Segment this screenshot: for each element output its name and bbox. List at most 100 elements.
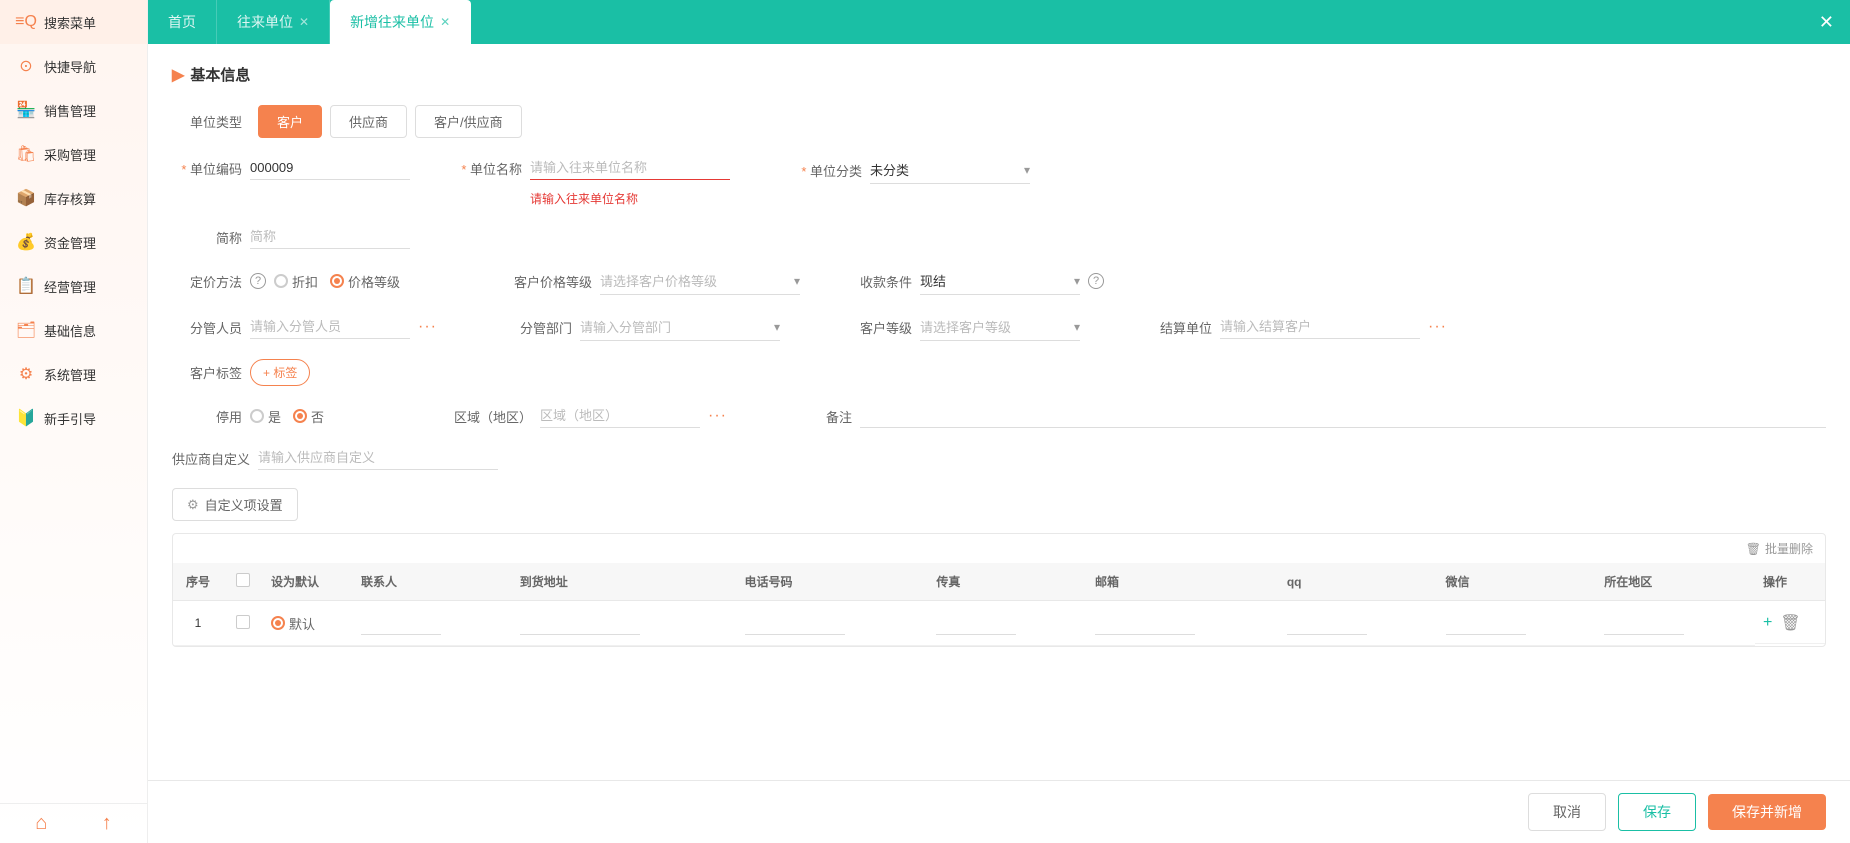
add-tag-button[interactable]: + 标签 xyxy=(250,359,310,386)
save-button[interactable]: 保存 xyxy=(1618,793,1696,831)
fax-input[interactable] xyxy=(936,611,1016,635)
row-location xyxy=(1596,601,1755,646)
sidebar-item-purchase[interactable]: 🛍 采购管理 xyxy=(0,132,147,176)
customer-price-select[interactable]: 请选择客户价格等级 ▾ xyxy=(600,267,800,295)
add-row-btn[interactable]: + xyxy=(1763,614,1772,632)
sales-icon: 🏪 xyxy=(16,100,36,120)
payment-condition-select[interactable]: 现结 ▾ xyxy=(920,267,1080,295)
purchase-icon: 🛍 xyxy=(16,144,36,164)
main-area: 首页 往来单位 ✕ 新增往来单位 ✕ ✕ ▶ 基本信息 单位类型 客户 供应商 … xyxy=(148,0,1850,843)
row-default-radio[interactable]: 默认 xyxy=(271,614,345,633)
type-btn-group: 客户 供应商 客户/供应商 xyxy=(258,105,522,138)
supplier-custom-field: 供应商自定义 xyxy=(172,446,498,470)
operations-icon: 📋 xyxy=(16,276,36,296)
sidebar-item-system[interactable]: ⚙ 系统管理 xyxy=(0,352,147,396)
th-default: 设为默认 xyxy=(263,563,353,601)
select-all-checkbox[interactable] xyxy=(236,573,250,587)
settlement-unit-input[interactable] xyxy=(1220,315,1420,339)
supervisor-row: 分管人员 ··· 分管部门 请输入分管部门 ▾ 客户等级 请选择客户等级 ▾ 结… xyxy=(172,313,1826,341)
row-checkbox[interactable] xyxy=(236,615,250,629)
tab-new-partner[interactable]: 新增往来单位 ✕ xyxy=(330,0,471,44)
disabled-yes-radio[interactable]: 是 xyxy=(250,407,281,426)
th-wechat: 微信 xyxy=(1438,563,1597,601)
th-address: 到货地址 xyxy=(512,563,737,601)
region-ellipsis[interactable]: ··· xyxy=(708,407,727,425)
type-btn-both[interactable]: 客户/供应商 xyxy=(415,105,522,138)
department-field: 分管部门 请输入分管部门 ▾ xyxy=(512,313,852,341)
tab-partners[interactable]: 往来单位 ✕ xyxy=(217,0,330,44)
settlement-ellipsis[interactable]: ··· xyxy=(1428,318,1447,336)
price-chevron: ▾ xyxy=(794,274,800,288)
th-email: 邮箱 xyxy=(1087,563,1279,601)
sidebar-item-guide[interactable]: 🔰 新手引导 xyxy=(0,396,147,440)
region-field: 区域（地区） ··· xyxy=(452,404,812,428)
basic-icon: 🗂 xyxy=(16,320,36,340)
sidebar-item-sales[interactable]: 🏪 销售管理 xyxy=(0,88,147,132)
tab-new-partner-close[interactable]: ✕ xyxy=(440,15,450,29)
cancel-button[interactable]: 取消 xyxy=(1528,793,1606,831)
unit-info-row: 单位编码 单位名称 请输入往来单位名称 单位分类 未分类 ▾ xyxy=(172,156,1826,207)
payment-help-icon[interactable]: ? xyxy=(1088,273,1104,289)
payment-chevron: ▾ xyxy=(1074,274,1080,288)
wechat-input[interactable] xyxy=(1446,611,1526,635)
sidebar-bottom: ⌂ ↑ xyxy=(0,803,147,843)
supervisor-ellipsis[interactable]: ··· xyxy=(418,318,437,336)
delete-row-btn[interactable]: 🗑 xyxy=(1780,613,1800,633)
disabled-row: 停用 是 否 区域（地区） ··· 备注 xyxy=(172,404,1826,428)
sidebar-item-basic[interactable]: 🗂 基础信息 xyxy=(0,308,147,352)
custom-settings-button[interactable]: ⚙ 自定义项设置 xyxy=(172,488,298,521)
address-input[interactable] xyxy=(520,611,640,635)
supplier-custom-input[interactable] xyxy=(258,446,498,470)
location-input[interactable] xyxy=(1604,611,1684,635)
sidebar-item-finance[interactable]: 💰 资金管理 xyxy=(0,220,147,264)
tab-bar: 首页 往来单位 ✕ 新增往来单位 ✕ ✕ xyxy=(148,0,1850,44)
row-index: 1 xyxy=(173,601,223,646)
sidebar-item-operations[interactable]: 📋 经营管理 xyxy=(0,264,147,308)
short-name-input[interactable] xyxy=(250,225,410,249)
type-btn-supplier[interactable]: 供应商 xyxy=(330,105,407,138)
section-icon: ▶ xyxy=(172,65,184,85)
system-icon: ⚙ xyxy=(16,364,36,384)
yes-radio xyxy=(250,409,264,423)
disabled-no-radio[interactable]: 否 xyxy=(293,407,324,426)
customer-level-select[interactable]: 请选择客户等级 ▾ xyxy=(920,313,1080,341)
supervisor-input[interactable] xyxy=(250,315,410,339)
region-input[interactable] xyxy=(540,404,700,428)
level-radio xyxy=(330,274,344,288)
dept-chevron: ▾ xyxy=(774,320,780,334)
contact-table-container: 🗑 批量删除 序号 设为默认 联系人 到货地址 电话号码 传真 邮箱 qq xyxy=(172,533,1826,647)
footer: 取消 保存 保存并新增 xyxy=(148,780,1850,843)
disabled-radio-group: 是 否 xyxy=(250,407,324,426)
unit-code-field: 单位编码 xyxy=(172,156,452,180)
phone-input[interactable] xyxy=(745,611,845,635)
sidebar-item-search[interactable]: ≡Q 搜索菜单 xyxy=(0,0,147,44)
save-add-button[interactable]: 保存并新增 xyxy=(1708,794,1826,830)
row-contact xyxy=(353,601,512,646)
type-btn-customer[interactable]: 客户 xyxy=(258,105,322,138)
remark-input[interactable] xyxy=(860,404,1826,428)
sidebar-item-inventory[interactable]: 📦 库存核算 xyxy=(0,176,147,220)
unit-name-input[interactable] xyxy=(530,156,730,180)
sidebar-bottom-btn-left[interactable]: ⌂ xyxy=(35,812,47,835)
th-checkbox xyxy=(223,563,263,601)
form-content: ▶ 基本信息 单位类型 客户 供应商 客户/供应商 单位编码 单位名称 xyxy=(148,44,1850,780)
pricing-radio-discount[interactable]: 折扣 xyxy=(274,272,318,291)
contact-input[interactable] xyxy=(361,611,441,635)
unit-category-field: 单位分类 未分类 ▾ xyxy=(792,156,1092,184)
sidebar-item-quick-nav[interactable]: ⊙ 快捷导航 xyxy=(0,44,147,88)
qq-input[interactable] xyxy=(1287,611,1367,635)
unit-code-input[interactable] xyxy=(250,156,410,180)
department-select[interactable]: 请输入分管部门 ▾ xyxy=(580,313,780,341)
tab-partners-close[interactable]: ✕ xyxy=(299,15,309,29)
pricing-radio-level[interactable]: 价格等级 xyxy=(330,272,400,291)
email-input[interactable] xyxy=(1095,611,1195,635)
batch-delete-btn[interactable]: 🗑 批量删除 xyxy=(1746,540,1813,557)
unit-category-select[interactable]: 未分类 ▾ xyxy=(870,156,1030,184)
tab-home[interactable]: 首页 xyxy=(148,0,217,44)
pricing-help-icon[interactable]: ? xyxy=(250,273,266,289)
trash-icon: 🗑 xyxy=(1746,542,1761,556)
section-title: ▶ 基本信息 xyxy=(172,64,1826,85)
close-all-tabs[interactable]: ✕ xyxy=(1819,12,1834,33)
sidebar-bottom-btn-right[interactable]: ↑ xyxy=(102,812,112,835)
default-radio-circle xyxy=(271,616,285,630)
